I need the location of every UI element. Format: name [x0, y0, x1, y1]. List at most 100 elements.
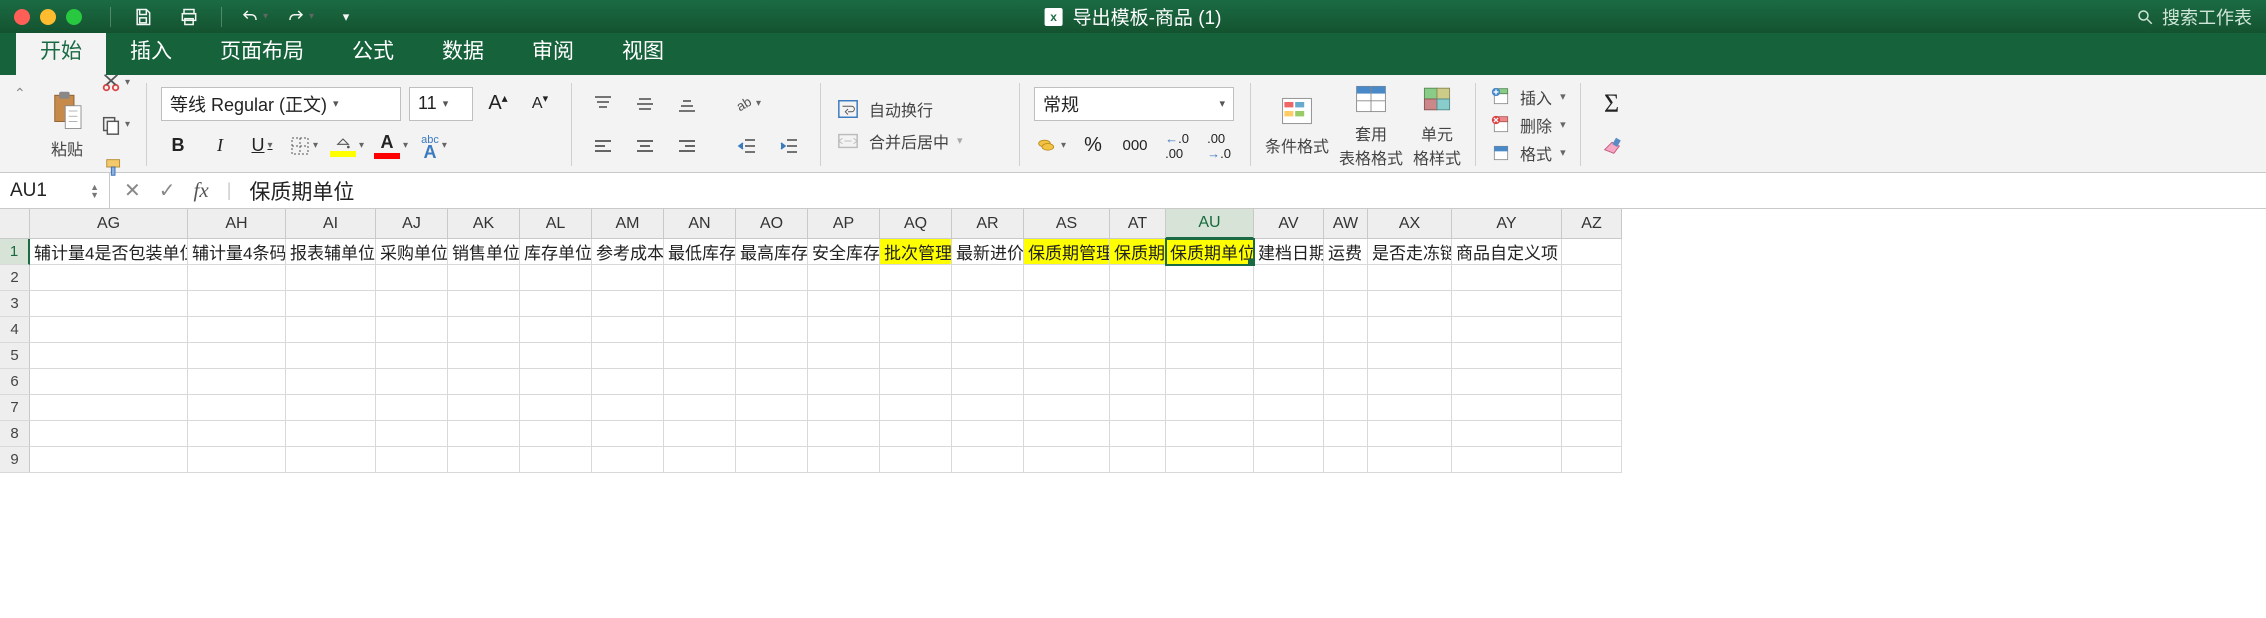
cell-AI3[interactable] [286, 291, 376, 317]
cell-AX2[interactable] [1368, 265, 1452, 291]
column-header-AR[interactable]: AR [952, 209, 1024, 239]
row-header-7[interactable]: 7 [0, 395, 30, 421]
cell-AI7[interactable] [286, 395, 376, 421]
ribbon-collapse-icon[interactable]: ⌃ [14, 83, 32, 102]
search-sheet[interactable]: 搜索工作表 [2136, 4, 2252, 30]
autosum-button[interactable]: Σ [1595, 87, 1629, 121]
cell-AR3[interactable] [952, 291, 1024, 317]
cell-AK4[interactable] [448, 317, 520, 343]
cell-AL5[interactable] [520, 343, 592, 369]
cell-AZ4[interactable] [1562, 317, 1622, 343]
cell-AW1[interactable]: 运费 [1324, 239, 1368, 265]
cell-AT4[interactable] [1110, 317, 1166, 343]
cell-AU1[interactable]: 保质期单位 [1166, 239, 1254, 265]
cell-AS8[interactable] [1024, 421, 1110, 447]
cell-AT9[interactable] [1110, 447, 1166, 473]
cell-AZ1[interactable] [1562, 239, 1622, 265]
column-header-AS[interactable]: AS [1024, 209, 1110, 239]
cell-AJ6[interactable] [376, 369, 448, 395]
clear-button[interactable] [1595, 129, 1629, 163]
cell-AN1[interactable]: 最低库存 [664, 239, 736, 265]
cell-AM9[interactable] [592, 447, 664, 473]
row-header-8[interactable]: 8 [0, 421, 30, 447]
cell-AM2[interactable] [592, 265, 664, 291]
cell-AP7[interactable] [808, 395, 880, 421]
cell-AL8[interactable] [520, 421, 592, 447]
cell-AX3[interactable] [1368, 291, 1452, 317]
cell-AW5[interactable] [1324, 343, 1368, 369]
zoom-window-icon[interactable] [66, 9, 82, 25]
cell-AI4[interactable] [286, 317, 376, 343]
cell-AS3[interactable] [1024, 291, 1110, 317]
cell-AL7[interactable] [520, 395, 592, 421]
cell-AL1[interactable]: 库存单位 [520, 239, 592, 265]
cell-AY8[interactable] [1452, 421, 1562, 447]
align-middle-button[interactable] [628, 87, 662, 121]
cell-AW2[interactable] [1324, 265, 1368, 291]
column-header-AV[interactable]: AV [1254, 209, 1324, 239]
cell-styles-button[interactable]: 单元 格样式 [1413, 81, 1461, 169]
column-header-AI[interactable]: AI [286, 209, 376, 239]
cell-AZ5[interactable] [1562, 343, 1622, 369]
row-header-6[interactable]: 6 [0, 369, 30, 395]
column-header-AO[interactable]: AO [736, 209, 808, 239]
cell-AG1[interactable]: 辅计量4是否包装单位 [30, 239, 188, 265]
cell-AH2[interactable] [188, 265, 286, 291]
qat-customize-icon[interactable]: ▾ [332, 4, 360, 30]
row-header-2[interactable]: 2 [0, 265, 30, 291]
cell-AZ2[interactable] [1562, 265, 1622, 291]
column-header-AU[interactable]: AU [1166, 209, 1254, 239]
decrease-indent-button[interactable] [730, 129, 764, 163]
cell-AX9[interactable] [1368, 447, 1452, 473]
cell-AO7[interactable] [736, 395, 808, 421]
cell-AO9[interactable] [736, 447, 808, 473]
cell-AS5[interactable] [1024, 343, 1110, 369]
column-headers[interactable]: AGAHAIAJAKALAMANAOAPAQARASATAUAVAWAXAYAZ [30, 209, 2266, 239]
cell-AV9[interactable] [1254, 447, 1324, 473]
cell-AQ6[interactable] [880, 369, 952, 395]
comma-button[interactable]: 000 [1118, 129, 1152, 163]
cell-AW9[interactable] [1324, 447, 1368, 473]
cell-AG5[interactable] [30, 343, 188, 369]
cell-AU6[interactable] [1166, 369, 1254, 395]
cell-AY9[interactable] [1452, 447, 1562, 473]
cell-AM4[interactable] [592, 317, 664, 343]
cell-AV2[interactable] [1254, 265, 1324, 291]
cell-AO6[interactable] [736, 369, 808, 395]
cell-AN4[interactable] [664, 317, 736, 343]
column-header-AH[interactable]: AH [188, 209, 286, 239]
cell-AH4[interactable] [188, 317, 286, 343]
undo-button[interactable] [240, 4, 268, 30]
cell-AL6[interactable] [520, 369, 592, 395]
cells-area[interactable]: 辅计量4是否包装单位辅计量4条码报表辅单位采购单位销售单位库存单位参考成本最低库… [30, 239, 1622, 473]
cell-AL4[interactable] [520, 317, 592, 343]
select-all-corner[interactable] [0, 209, 30, 239]
cell-AK1[interactable]: 销售单位 [448, 239, 520, 265]
cell-AX1[interactable]: 是否走冻链 [1368, 239, 1452, 265]
cell-AR2[interactable] [952, 265, 1024, 291]
cell-AP4[interactable] [808, 317, 880, 343]
cell-AJ8[interactable] [376, 421, 448, 447]
cell-AP5[interactable] [808, 343, 880, 369]
save-icon[interactable] [129, 4, 157, 30]
cell-AU2[interactable] [1166, 265, 1254, 291]
cell-AQ4[interactable] [880, 317, 952, 343]
cell-AX6[interactable] [1368, 369, 1452, 395]
column-header-AK[interactable]: AK [448, 209, 520, 239]
cell-AU3[interactable] [1166, 291, 1254, 317]
cell-AQ3[interactable] [880, 291, 952, 317]
increase-font-button[interactable]: A▴ [481, 87, 515, 121]
align-top-button[interactable] [586, 87, 620, 121]
close-window-icon[interactable] [14, 9, 30, 25]
column-header-AM[interactable]: AM [592, 209, 664, 239]
cell-AZ6[interactable] [1562, 369, 1622, 395]
cell-AW7[interactable] [1324, 395, 1368, 421]
column-header-AW[interactable]: AW [1324, 209, 1368, 239]
cell-AI9[interactable] [286, 447, 376, 473]
column-header-AJ[interactable]: AJ [376, 209, 448, 239]
cell-AP2[interactable] [808, 265, 880, 291]
cell-AM6[interactable] [592, 369, 664, 395]
cell-AM7[interactable] [592, 395, 664, 421]
cell-AW8[interactable] [1324, 421, 1368, 447]
format-cells-button[interactable]: 格式▾ [1490, 141, 1566, 165]
